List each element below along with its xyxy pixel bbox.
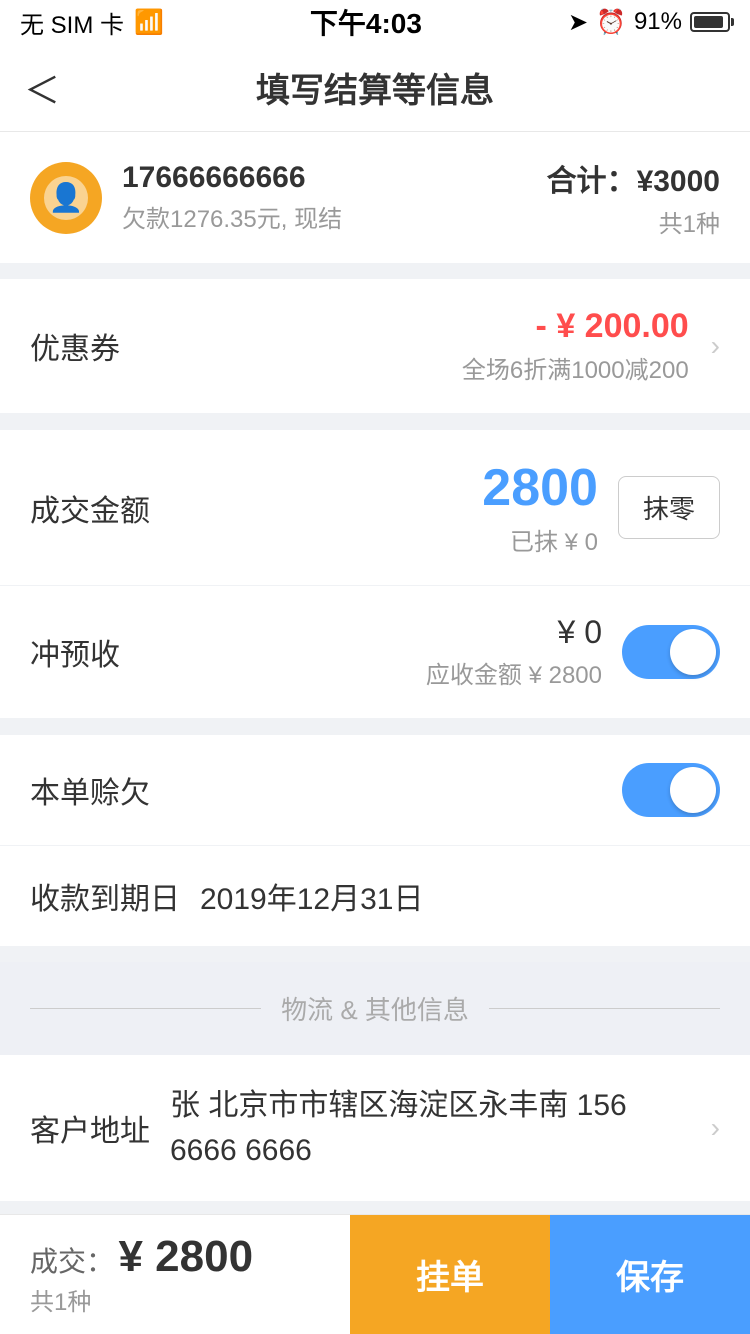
customer-left: 👤 17666666666 欠款1276.35元, 现结 <box>30 161 342 234</box>
battery-percent: 91% <box>634 8 682 36</box>
amount-label: 成交金额 <box>30 486 150 530</box>
content: 👤 17666666666 欠款1276.35元, 现结 合计：¥3000 共1… <box>0 132 750 1331</box>
due-date-row: 收款到期日 2019年12月31日 <box>0 845 750 946</box>
amount-right: 2800 已抹 ¥ 0 抹零 <box>482 458 720 557</box>
section-divider-1 <box>0 414 750 430</box>
section-divider-2 <box>0 719 750 735</box>
divider-line-right <box>489 1008 720 1009</box>
customer-total: 合计：¥3000 共1种 <box>547 156 720 239</box>
avatar-icon: 👤 <box>44 176 88 220</box>
pending-button[interactable]: 挂单 <box>350 1215 550 1334</box>
sim-label: 无 SIM 卡 <box>20 5 124 40</box>
coupon-values: - ¥ 200.00 全场6折满1000减200 <box>462 307 689 385</box>
address-value: 张 北京市市辖区海淀区永丰南 156 6666 6666 <box>170 1083 679 1173</box>
total-label: 合计： <box>547 165 637 198</box>
total-count: 共1种 <box>547 204 720 239</box>
amount-sub: 已抹 ¥ 0 <box>482 522 598 557</box>
total-value: ¥3000 <box>637 165 720 198</box>
bottom-actions: 挂单 保存 <box>350 1215 750 1334</box>
save-button[interactable]: 保存 <box>550 1215 750 1334</box>
amount-value: 2800 <box>482 458 598 518</box>
debt-label: 本单赊欠 <box>30 768 150 812</box>
location-icon: ➤ <box>568 8 588 37</box>
customer-debt: 欠款1276.35元, 现结 <box>122 199 342 234</box>
amount-row: 成交金额 2800 已抹 ¥ 0 抹零 <box>0 430 750 586</box>
amount-section: 成交金额 2800 已抹 ¥ 0 抹零 <box>0 430 750 586</box>
status-time: 下午4:03 <box>310 2 422 42</box>
coupon-chevron-icon: › <box>711 330 720 362</box>
avatar: 👤 <box>30 162 102 234</box>
prepay-sub: 应收金额 ¥ 2800 <box>426 655 602 690</box>
total-amount: 合计：¥3000 <box>547 156 720 200</box>
status-right: ➤ ⏰ 91% <box>568 8 730 37</box>
round-off-button[interactable]: 抹零 <box>618 476 720 539</box>
divider-line-left <box>30 1008 261 1009</box>
page-title: 填写结算等信息 <box>256 63 494 112</box>
prepay-values: ¥ 0 应收金额 ¥ 2800 <box>426 614 602 690</box>
address-label: 客户地址 <box>30 1106 150 1150</box>
prepay-right: ¥ 0 应收金额 ¥ 2800 <box>426 614 720 690</box>
customer-card: 👤 17666666666 欠款1276.35元, 现结 合计：¥3000 共1… <box>0 132 750 263</box>
due-date-label: 收款到期日 <box>30 874 180 918</box>
coupon-row[interactable]: 优惠券 - ¥ 200.00 全场6折满1000减200 › <box>0 279 750 414</box>
status-left: 无 SIM 卡 📶 <box>20 5 164 40</box>
summary-amount: ¥ 2800 <box>118 1232 253 1281</box>
status-bar: 无 SIM 卡 📶 下午4:03 ➤ ⏰ 91% <box>0 0 750 44</box>
logistics-section: 物流 & 其他信息 <box>0 962 750 1055</box>
address-row[interactable]: 客户地址 张 北京市市辖区海淀区永丰南 156 6666 6666 › <box>0 1055 750 1201</box>
coupon-label: 优惠券 <box>30 324 120 368</box>
debt-toggle-knob <box>670 767 716 813</box>
prepay-toggle[interactable] <box>622 625 720 679</box>
coupon-desc: 全场6折满1000减200 <box>462 350 689 385</box>
prepay-label: 冲预收 <box>30 630 120 674</box>
debt-row: 本单赊欠 <box>0 735 750 845</box>
toggle-knob <box>670 629 716 675</box>
nav-bar: ＜ 填写结算等信息 <box>0 44 750 132</box>
due-date-value: 2019年12月31日 <box>200 874 423 918</box>
prepay-amount: ¥ 0 <box>426 614 602 651</box>
battery-icon <box>690 12 730 32</box>
back-button[interactable]: ＜ <box>24 62 60 114</box>
summary-count: 共1种 <box>30 1282 320 1317</box>
alarm-icon: ⏰ <box>596 8 626 37</box>
address-chevron-icon: › <box>711 1112 720 1144</box>
bottom-bar: 成交： ¥ 2800 共1种 挂单 保存 <box>0 1214 750 1334</box>
summary-label: 成交： <box>30 1246 114 1277</box>
wifi-icon: 📶 <box>134 8 164 37</box>
customer-phone: 17666666666 <box>122 161 342 195</box>
debt-toggle[interactable] <box>622 763 720 817</box>
coupon-amount: - ¥ 200.00 <box>536 307 689 346</box>
bottom-summary: 成交： ¥ 2800 共1种 <box>0 1232 350 1317</box>
customer-info: 17666666666 欠款1276.35元, 现结 <box>122 161 342 234</box>
prepay-row: 冲预收 ¥ 0 应收金额 ¥ 2800 <box>0 586 750 719</box>
logistics-label: 物流 & 其他信息 <box>281 990 469 1027</box>
